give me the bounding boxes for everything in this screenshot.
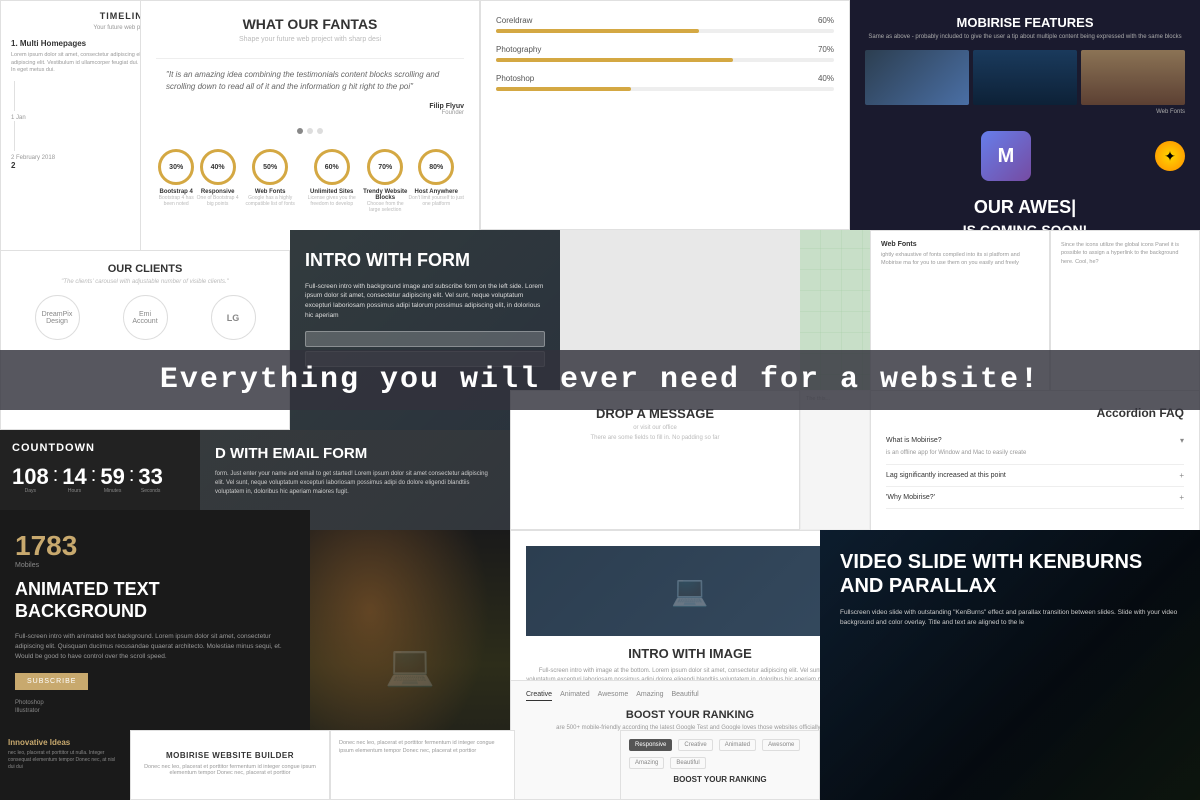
innovative-ideas-text: nec leo, placerat et porttitor ut nulla.… — [8, 750, 122, 771]
fantasies-subtitle: Shape your future web project with sharp… — [156, 36, 464, 43]
clients-title: OUR CLIENTS — [13, 263, 277, 275]
animated-number: 1783 — [15, 530, 295, 562]
email-form-text: form. Just enter your name and email to … — [215, 470, 495, 497]
stats-row: 30% Bootstrap 4 Bootstrap 4 has been not… — [156, 149, 464, 213]
accordion-a1: is an offline app for Window and Mac to … — [886, 449, 1184, 458]
countdown-minutes: 59 — [100, 466, 124, 488]
carousel-dots — [156, 128, 464, 134]
fantasies-role: Founder — [156, 110, 464, 116]
accordion-q1: What is Mobirise? — [886, 437, 942, 444]
panel-donate-nec: Donec nec leo, placerat et porttitor fer… — [330, 730, 515, 800]
animated-text-title: ANIMATED TEXT BACKGROUND — [15, 579, 295, 622]
plus-icon: + — [1179, 471, 1184, 480]
client-logo-3: LG — [211, 295, 256, 340]
stat-item: 30% Bootstrap 4 Bootstrap 4 has been not… — [156, 149, 196, 213]
countdown-display: 108 Days : 14 Hours : 59 Minutes : 33 Se… — [12, 464, 188, 495]
ranking-tabs: Creative Animated Awesome Amazing Beauti… — [526, 691, 854, 701]
tags-list: Photoshop Illustrator — [15, 700, 295, 714]
overlay-text: Everything you will ever need for a webs… — [160, 363, 1040, 397]
overlay-banner: Everything you will ever need for a webs… — [0, 350, 1200, 410]
tab2-responsive[interactable]: Responsive — [629, 739, 672, 751]
tab-animated[interactable]: Animated — [560, 691, 590, 701]
countdown-title: COUNTDOWN — [12, 442, 188, 454]
accordion-item-2: Lag significantly increased at this poin… — [886, 465, 1184, 487]
video-slide-text: Fullscreen video slide with outstanding … — [840, 608, 1180, 628]
tab2-amazing[interactable]: Amazing — [629, 757, 664, 769]
mobirise-features-subtitle: Same as above - probably included to giv… — [865, 34, 1185, 40]
intro-form-text: Full-screen intro with background image … — [305, 282, 545, 321]
panel-boost-ranking-2: Responsive Creative Animated Awesome Ama… — [620, 730, 820, 800]
accordion-item-1: What is Mobirise? ▾ is an offline app fo… — [886, 430, 1184, 465]
countdown-hours: 14 — [62, 466, 86, 488]
plus-icon-2: + — [1179, 493, 1184, 502]
client-logo-2: EmiAccount — [123, 295, 168, 340]
panel-mobirise-builder: MOBIRISE WEBSITE BUILDER Donec nec leo, … — [130, 730, 330, 800]
collage: TIMELINE BLOCK Your future web project w… — [0, 0, 1200, 800]
mobirise-features-title: MOBIRISE FEATURES — [865, 15, 1185, 30]
tab-beautiful[interactable]: Beautiful — [672, 691, 699, 701]
feature-img-1 — [865, 50, 969, 105]
stat-item: 60% Unlimited Sites License gives you th… — [301, 149, 362, 213]
countdown-minutes-label: Minutes — [100, 488, 124, 494]
stat-item: 70% Trendy Website Blocks Choose from th… — [362, 149, 408, 213]
panel-innovative-ideas: Innovative Ideas nec leo, placerat et po… — [0, 730, 130, 800]
clients-logos: DreamPixDesign EmiAccount LG — [13, 295, 277, 340]
client-logo-1: DreamPixDesign — [35, 295, 80, 340]
mobirise-logo-icon: M — [981, 131, 1031, 181]
skill-photography: Photography 70% — [496, 45, 834, 62]
boost-ranking-title: BOOST YOUR RANKING — [526, 709, 854, 721]
tab-awesome[interactable]: Awesome — [598, 691, 629, 701]
feature-img-2 — [973, 50, 1077, 105]
countdown-seconds-label: Seconds — [138, 488, 162, 494]
boost-ranking-2-title: BOOST YOUR RANKING — [629, 775, 811, 784]
animated-text-body: Full-screen intro with animated text bac… — [15, 632, 295, 661]
accordion-item-3: 'Why Mobirise?' + — [886, 487, 1184, 509]
tab2-creative[interactable]: Creative — [678, 739, 712, 751]
tab2-awesome[interactable]: Awesome — [762, 739, 800, 751]
chevron-down-icon: ▾ — [1180, 436, 1184, 445]
countdown-days: 108 — [12, 466, 49, 488]
countdown-seconds: 33 — [138, 466, 162, 488]
email-form-title: D WITH EMAIL FORM — [215, 445, 495, 462]
accordion-q2: Lag significantly increased at this poin… — [886, 472, 1006, 479]
intro-form-title: INTRO WITH FORM — [305, 250, 545, 272]
feature-images — [865, 50, 1185, 105]
fantasies-author: Filip Flyuv — [156, 103, 464, 110]
stat-item: 40% Responsive One of Bootstrap 4 big po… — [196, 149, 239, 213]
panel-decorative-small: The this... — [800, 390, 870, 530]
tab-amazing[interactable]: Amazing — [636, 691, 663, 701]
innovative-ideas-title: Innovative Ideas — [8, 738, 122, 747]
feature-label: Web Fonts — [865, 109, 1185, 115]
panel-drop-message: DROP A MESSAGE or visit our office There… — [510, 390, 800, 530]
donate-nec-text: Donec nec leo, placerat et porttitor fer… — [339, 739, 506, 756]
coming-soon-title: OUR AWES| — [865, 197, 1185, 218]
intro-image-title: INTRO WITH IMAGE — [526, 646, 854, 661]
sun-icon: ✦ — [1155, 141, 1185, 171]
video-slide-title: VIDEO SLIDE WITH KENBURNS AND PARALLAX — [840, 550, 1180, 598]
stat-item: 80% Host Anywhere Don't limit yourself t… — [408, 149, 464, 213]
feature-img-3 — [1081, 50, 1185, 105]
laptop-icon: 💻 — [671, 574, 708, 609]
tab-creative[interactable]: Creative — [526, 691, 552, 701]
form-field-name[interactable] — [305, 331, 545, 347]
skill-photoshop: Photoshop 40% — [496, 74, 834, 91]
tab2-animated[interactable]: Animated — [719, 739, 756, 751]
ranking-tabs-2: Responsive Creative Animated Awesome Ama… — [629, 739, 811, 769]
drop-message-sub2: There are some fields to fill in. No pad… — [526, 435, 784, 441]
panel-video-slide: VIDEO SLIDE WITH KENBURNS AND PARALLAX F… — [820, 530, 1200, 800]
mobirise-builder-text: Donec nec leo, placerat et porttitor fer… — [131, 760, 329, 780]
animated-number-label: Mobiles — [15, 562, 295, 569]
subscribe-button[interactable]: SUBSCRIBE — [15, 673, 88, 690]
tab2-beautiful[interactable]: Beautiful — [670, 757, 705, 769]
mobirise-builder-title: MOBIRISE WEBSITE BUILDER — [166, 751, 294, 760]
intro-image-hero: 💻 — [526, 546, 854, 636]
clients-subtitle: "The clients' carousel with adjustable n… — [13, 279, 277, 285]
panel-skills: Coreldraw 60% Photography 70% Photosho — [480, 0, 850, 230]
stat-item: 50% Web Fonts Google has a highly compat… — [239, 149, 301, 213]
drop-message-sub: or visit our office — [526, 425, 784, 431]
skill-coreldraw: Coreldraw 60% — [496, 16, 834, 33]
accordion-q3: 'Why Mobirise?' — [886, 494, 935, 501]
fantasies-quote: "It is an amazing idea combining the tes… — [156, 69, 464, 93]
fantasies-title: WHAT OUR FANTAS — [156, 16, 464, 32]
